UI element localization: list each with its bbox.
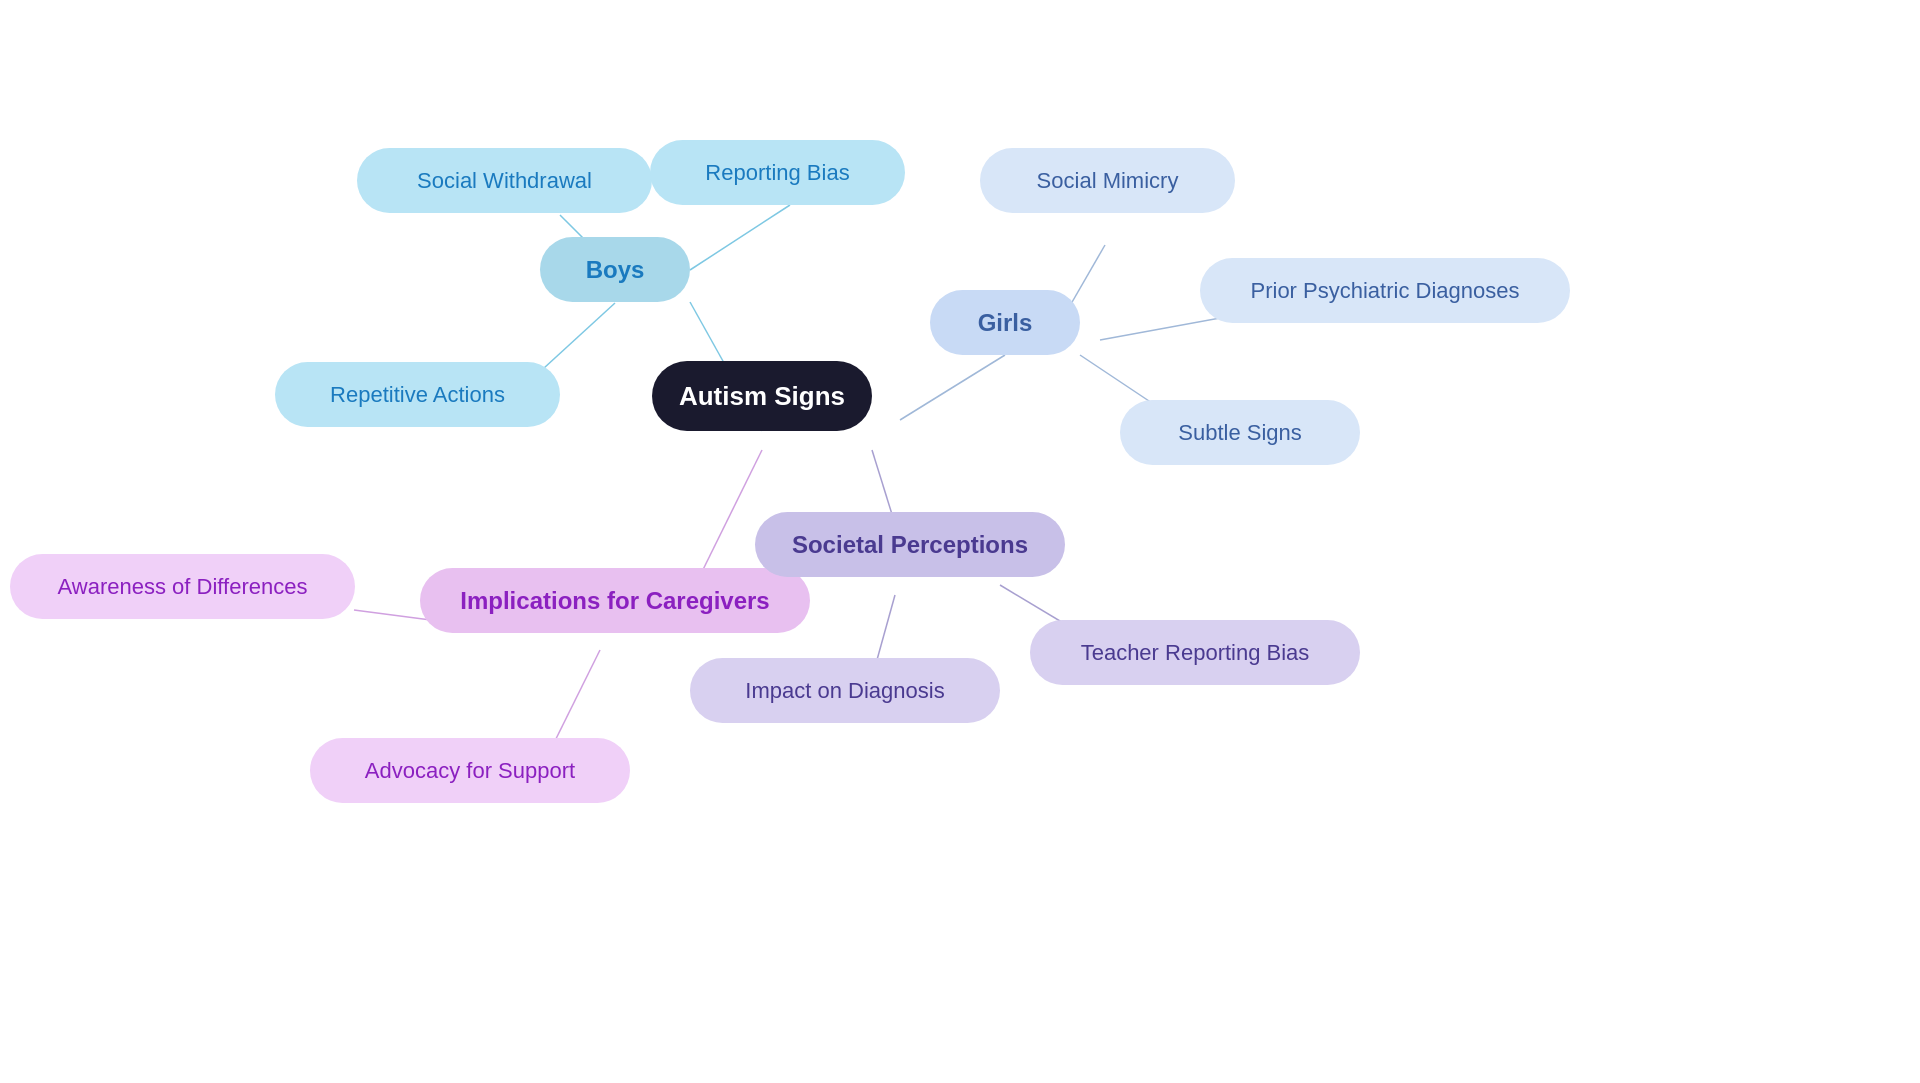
svg-line-4: [900, 355, 1005, 420]
social-withdrawal-node: Social Withdrawal: [357, 148, 652, 213]
repetitive-actions-node: Repetitive Actions: [275, 362, 560, 427]
girls-hub-node: Girls: [930, 290, 1080, 355]
subtle-signs-node: Subtle Signs: [1120, 400, 1360, 465]
impact-diagnosis-node: Impact on Diagnosis: [690, 658, 1000, 723]
caregivers-hub-node: Implications for Caregivers: [420, 568, 810, 633]
reporting-bias-node: Reporting Bias: [650, 140, 905, 205]
prior-psychiatric-node: Prior Psychiatric Diagnoses: [1200, 258, 1570, 323]
societal-hub-node: Societal Perceptions: [755, 512, 1065, 577]
awareness-node: Awareness of Differences: [10, 554, 355, 619]
boys-hub-node: Boys: [540, 237, 690, 302]
social-mimicry-node: Social Mimicry: [980, 148, 1235, 213]
center-node: Autism Signs: [652, 361, 872, 431]
svg-line-2: [690, 205, 790, 270]
teacher-reporting-node: Teacher Reporting Bias: [1030, 620, 1360, 685]
advocacy-node: Advocacy for Support: [310, 738, 630, 803]
